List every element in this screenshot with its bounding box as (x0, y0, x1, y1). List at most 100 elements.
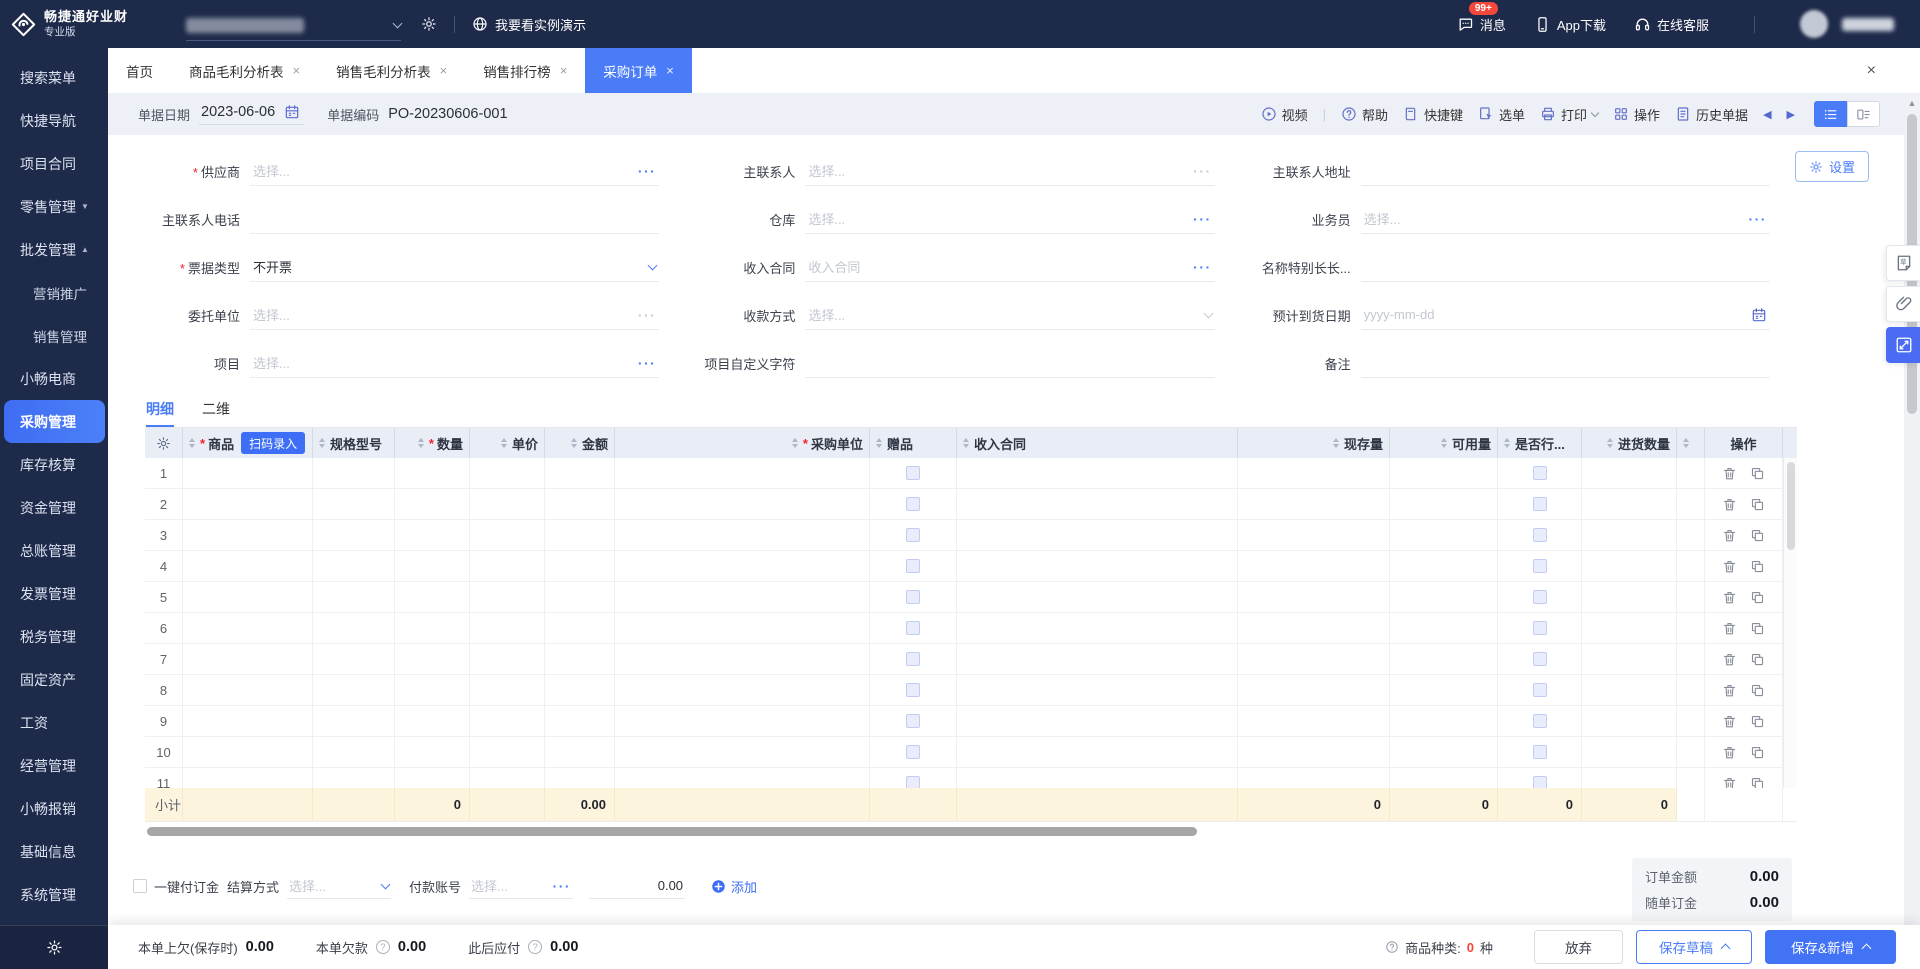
delete-row-icon[interactable] (1722, 776, 1737, 789)
copy-row-icon[interactable] (1750, 559, 1765, 574)
cell-rowflag[interactable] (1498, 768, 1582, 788)
add-payment-button[interactable]: 添加 (711, 877, 757, 896)
table-row[interactable]: 5 (145, 582, 1797, 613)
field-input-主联系人地址[interactable] (1360, 156, 1770, 186)
sort-carets-icon[interactable] (417, 438, 424, 448)
sidebar-item[interactable]: 工资 (0, 701, 108, 744)
cell-gift[interactable] (870, 768, 957, 788)
tab-首页[interactable]: 首页 (108, 48, 171, 93)
delete-row-icon[interactable] (1722, 590, 1737, 605)
pay-account-select[interactable]: 选择... ··· (469, 873, 574, 899)
more-options-icon[interactable]: ··· (638, 164, 657, 178)
list-view-toggle[interactable] (1814, 101, 1847, 127)
toolbar-action-帮助[interactable]: 帮助 (1341, 105, 1388, 124)
copy-row-icon[interactable] (1750, 528, 1765, 543)
field-input-主联系人电话[interactable] (250, 204, 660, 234)
sidebar-item[interactable]: 采购管理 (4, 400, 105, 443)
delete-row-icon[interactable] (1722, 559, 1737, 574)
gift-checkbox[interactable] (906, 559, 920, 573)
topbar-item-bubble[interactable]: 消息 99+ (1457, 1, 1506, 34)
tab-close-icon[interactable]: × (666, 64, 674, 77)
deposit-amount-input[interactable]: 0.00 (589, 873, 686, 899)
sidebar-settings-gear-button[interactable] (0, 925, 108, 969)
toolbar-action-选单[interactable]: 选单 (1478, 105, 1525, 124)
copy-row-icon[interactable] (1750, 590, 1765, 605)
rowflag-checkbox[interactable] (1532, 497, 1547, 511)
copy-row-icon[interactable] (1750, 714, 1765, 729)
expand-tool-button[interactable] (1886, 327, 1920, 363)
field-input-名称特别长长...[interactable] (1360, 252, 1770, 282)
table-row[interactable]: 11 (145, 768, 1797, 788)
settings-button[interactable]: 设置 (1794, 151, 1869, 182)
sidebar-item[interactable]: 总账管理 (0, 529, 108, 572)
sort-carets-icon[interactable] (1606, 438, 1613, 448)
toolbar-action-操作[interactable]: 操作 (1613, 105, 1660, 124)
doc-date-field[interactable]: 2023-06-06 (199, 103, 305, 125)
sort-carets-icon[interactable] (876, 438, 882, 448)
sort-carets-icon[interactable] (1504, 438, 1510, 448)
tab-商品毛利分析表[interactable]: 商品毛利分析表 × (171, 48, 318, 93)
rowflag-checkbox[interactable] (1532, 466, 1547, 480)
table-row[interactable]: 6 (145, 613, 1797, 644)
more-options-icon[interactable]: ··· (1748, 212, 1767, 226)
toolbar-action-快捷键[interactable]: 快捷键 (1403, 105, 1463, 124)
cell-gift[interactable] (870, 489, 957, 519)
gift-checkbox[interactable] (906, 497, 920, 511)
copy-row-icon[interactable] (1750, 745, 1765, 760)
sidebar-item[interactable]: 库存核算 (0, 443, 108, 486)
delete-row-icon[interactable] (1722, 714, 1737, 729)
delete-row-icon[interactable] (1722, 652, 1737, 667)
demo-link[interactable]: 我要看实例演示 (472, 15, 586, 34)
sidebar-item[interactable]: 快捷导航 (0, 99, 108, 142)
info-circle-icon[interactable]: ? (375, 940, 390, 954)
table-row[interactable]: 3 (145, 520, 1797, 551)
table-row[interactable]: 10 (145, 737, 1797, 768)
info-circle-icon[interactable]: ? (528, 940, 543, 954)
cell-rowflag[interactable] (1498, 582, 1582, 612)
tab-销售毛利分析表[interactable]: 销售毛利分析表 × (318, 48, 465, 93)
topbar-item-phone[interactable]: App下载 (1534, 15, 1606, 34)
gift-checkbox[interactable] (906, 776, 920, 788)
gift-checkbox[interactable] (906, 683, 920, 697)
more-options-icon[interactable]: ··· (638, 308, 657, 322)
table-row[interactable]: 2 (145, 489, 1797, 520)
cell-rowflag[interactable] (1498, 520, 1582, 550)
topbar-gear-icon[interactable] (421, 15, 437, 33)
table-row[interactable]: 1 (145, 458, 1797, 489)
table-row[interactable]: 7 (145, 644, 1797, 675)
cell-rowflag[interactable] (1498, 489, 1582, 519)
rowflag-checkbox[interactable] (1532, 559, 1547, 573)
field-input-收入合同[interactable]: 收入合同 ··· (805, 252, 1215, 282)
sidebar-item[interactable]: 经营管理 (0, 744, 108, 787)
sort-carets-icon[interactable] (500, 438, 507, 448)
sort-carets-icon[interactable] (570, 438, 577, 448)
copy-row-icon[interactable] (1750, 683, 1765, 698)
detail-tab-明细[interactable]: 明细 (146, 399, 174, 427)
sidebar-item[interactable]: 资金管理 (0, 486, 108, 529)
card-view-toggle[interactable] (1847, 101, 1880, 127)
保存&新增-button[interactable]: 保存&新增 (1764, 930, 1896, 964)
sort-carets-icon[interactable] (1332, 438, 1339, 448)
rowflag-checkbox[interactable] (1532, 776, 1547, 788)
sidebar-item[interactable]: 税务管理 (0, 615, 108, 658)
rowflag-checkbox[interactable] (1532, 714, 1547, 728)
table-horizontal-scrollbar[interactable] (145, 827, 1797, 837)
scan-entry-button[interactable]: 扫码录入 (241, 432, 306, 454)
sort-carets-icon[interactable] (791, 438, 798, 448)
page-vertical-scrollbar[interactable]: ▲ (1904, 93, 1920, 969)
sidebar-item[interactable]: 项目合同 (0, 142, 108, 185)
user-profile[interactable] (1800, 10, 1894, 38)
draft-tool-button[interactable] (1886, 245, 1920, 281)
sort-carets-icon[interactable] (1440, 438, 1447, 448)
cell-rowflag[interactable] (1498, 706, 1582, 736)
delete-row-icon[interactable] (1722, 497, 1737, 512)
sidebar-item[interactable]: 小畅电商 (0, 357, 108, 400)
cell-gift[interactable] (870, 551, 957, 581)
settle-method-select[interactable]: 选择... (287, 873, 392, 899)
field-input-项目自定义字符[interactable] (805, 348, 1215, 378)
cell-gift[interactable] (870, 582, 957, 612)
gift-checkbox[interactable] (906, 745, 920, 759)
sort-carets-icon[interactable] (319, 438, 325, 448)
cell-rowflag[interactable] (1498, 644, 1582, 674)
gift-checkbox[interactable] (906, 714, 920, 728)
